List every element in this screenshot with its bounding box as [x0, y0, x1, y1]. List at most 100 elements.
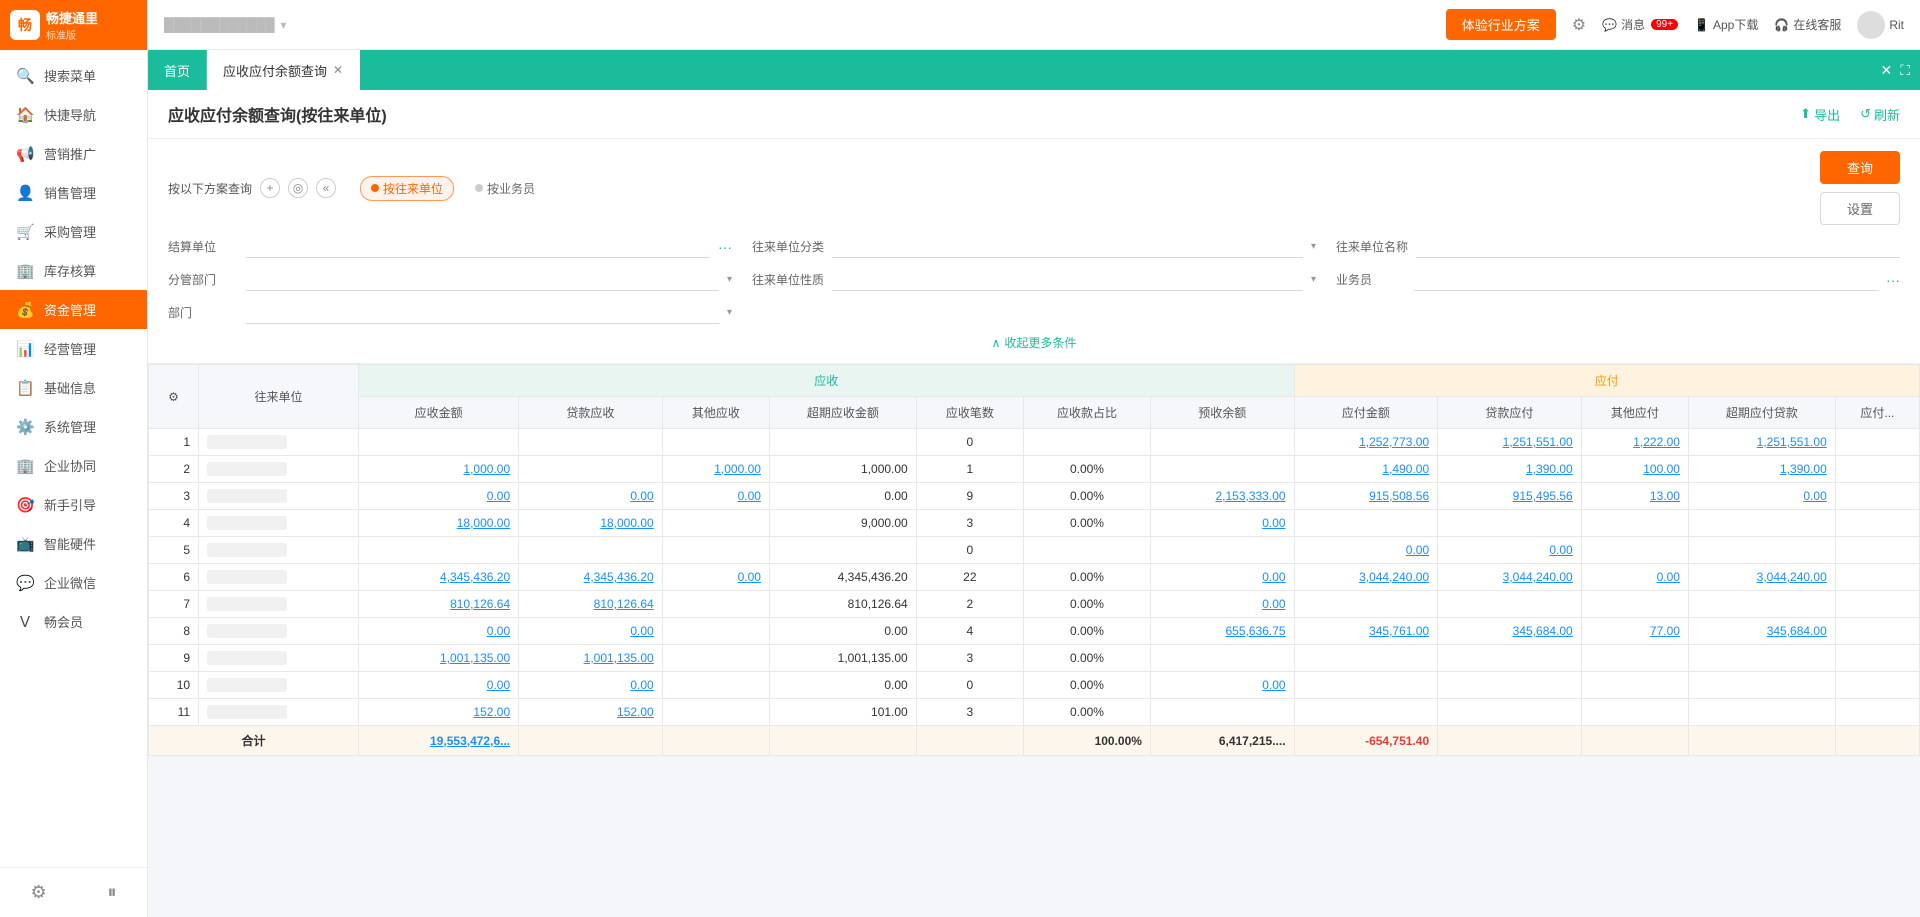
dept-select[interactable]	[246, 301, 719, 324]
ar-prepay[interactable]: 655,636.75	[1150, 618, 1294, 645]
ap-other[interactable]: 1,222.00	[1581, 429, 1688, 456]
sidebar-item-newbie[interactable]: 🎯 新手引导	[0, 485, 147, 524]
partner-nature-select[interactable]	[832, 268, 1303, 291]
settlement-unit-input[interactable]	[246, 235, 710, 258]
solution-btn[interactable]: 体验行业方案	[1446, 9, 1556, 40]
partner-category-select[interactable]	[832, 235, 1303, 258]
footer-ar-amount[interactable]: 19,553,472,6...	[359, 726, 519, 756]
ar-loan[interactable]: 810,126.64	[519, 591, 663, 618]
ar-loan[interactable]: 0.00	[519, 483, 663, 510]
view-by-partner[interactable]: 按往来单位	[360, 176, 454, 201]
ar-loan[interactable]: 0.00	[519, 618, 663, 645]
ar-amount[interactable]: 18,000.00	[359, 510, 519, 537]
ap-amount[interactable]: 345,761.00	[1294, 618, 1438, 645]
sidebar-item-basic[interactable]: 📋 基础信息	[0, 368, 147, 407]
ap-amount[interactable]: 3,044,240.00	[1294, 564, 1438, 591]
ap-loan[interactable]: 3,044,240.00	[1438, 564, 1582, 591]
ar-other[interactable]: 0.00	[662, 564, 769, 591]
sidebar-item-system[interactable]: ⚙️ 系统管理	[0, 407, 147, 446]
ap-loan[interactable]: 915,495.56	[1438, 483, 1582, 510]
salesperson-input[interactable]	[1414, 268, 1878, 291]
setting-btn[interactable]: 设置	[1820, 192, 1900, 225]
ap-amount[interactable]: 1,252,773.00	[1294, 429, 1438, 456]
collapse-sidebar-btn[interactable]: ⏸	[104, 878, 121, 907]
ap-overdue[interactable]: 1,251,551.00	[1688, 429, 1835, 456]
tab-home[interactable]: 首页	[148, 50, 207, 90]
tab-fullscreen-icon[interactable]: ⛶	[1900, 62, 1910, 79]
service-btn[interactable]: 🎧 在线客服	[1774, 16, 1841, 33]
ar-loan[interactable]: 1,001,135.00	[519, 645, 663, 672]
ar-loan[interactable]: 0.00	[519, 672, 663, 699]
tab-arbalance[interactable]: 应收应付余额查询 ✕	[207, 50, 360, 90]
ap-other[interactable]: 0.00	[1581, 564, 1688, 591]
user-menu[interactable]: Rit	[1857, 11, 1904, 39]
ap-amount[interactable]: 0.00	[1294, 537, 1438, 564]
sidebar-item-sales[interactable]: 👤 销售管理	[0, 173, 147, 212]
ar-prepay[interactable]: 0.00	[1150, 591, 1294, 618]
sidebar-item-hardware[interactable]: 📺 智能硬件	[0, 524, 147, 563]
ar-prepay[interactable]: 2,153,333.00	[1150, 483, 1294, 510]
ar-amount[interactable]: 0.00	[359, 618, 519, 645]
ap-amount[interactable]: 915,508.56	[1294, 483, 1438, 510]
ap-overdue[interactable]: 345,684.00	[1688, 618, 1835, 645]
ap-overdue[interactable]: 0.00	[1688, 483, 1835, 510]
gear-settings-cell[interactable]: ⚙	[149, 365, 199, 429]
sidebar-item-quicknav[interactable]: 🏠 快捷导航	[0, 95, 147, 134]
partner-name-input[interactable]	[1416, 235, 1900, 258]
ar-prepay[interactable]: 0.00	[1150, 672, 1294, 699]
sidebar-item-finance[interactable]: 💰 资金管理	[0, 290, 147, 329]
salesperson-dots-icon[interactable]: ···	[1886, 272, 1900, 288]
tab-close-icon[interactable]: ✕	[333, 63, 343, 77]
app-download-btn[interactable]: 📱 App下载	[1694, 16, 1758, 33]
ar-loan[interactable]: 152.00	[519, 699, 663, 726]
ap-amount[interactable]: 1,490.00	[1294, 456, 1438, 483]
ar-amount	[359, 429, 519, 456]
sidebar-item-search[interactable]: 🔍 搜索菜单	[0, 56, 147, 95]
ap-overdue[interactable]: 1,390.00	[1688, 456, 1835, 483]
ap-loan[interactable]: 1,390.00	[1438, 456, 1582, 483]
ar-amount[interactable]: 0.00	[359, 483, 519, 510]
sidebar-item-marketing[interactable]: 📢 营销推广	[0, 134, 147, 173]
export-btn[interactable]: ⬆ 导出	[1800, 105, 1840, 124]
filter-settings-btn[interactable]: ◎	[288, 178, 308, 198]
sidebar-item-inventory[interactable]: 🏢 库存核算	[0, 251, 147, 290]
ar-amount[interactable]: 0.00	[359, 672, 519, 699]
collapse-more-btn[interactable]: ∧ 收起更多条件	[168, 334, 1900, 351]
sidebar-item-collab[interactable]: 🏢 企业协同	[0, 446, 147, 485]
ap-overdue[interactable]: 3,044,240.00	[1688, 564, 1835, 591]
refresh-btn[interactable]: ↺ 刷新	[1860, 105, 1900, 124]
ar-prepay[interactable]: 0.00	[1150, 510, 1294, 537]
ar-prepay[interactable]: 0.00	[1150, 564, 1294, 591]
sidebar-item-operations[interactable]: 📊 经营管理	[0, 329, 147, 368]
ar-prepay	[1150, 537, 1294, 564]
ar-amount[interactable]: 152.00	[359, 699, 519, 726]
main-content: ████████████ ▾ 体验行业方案 ⚙ 💬 消息 99+ 📱 App下载…	[148, 0, 1920, 917]
ap-other[interactable]: 77.00	[1581, 618, 1688, 645]
ar-other[interactable]: 1,000.00	[662, 456, 769, 483]
view-by-salesperson[interactable]: 按业务员	[464, 176, 546, 201]
settings-bottom-btn[interactable]: ⚙	[26, 878, 50, 907]
ar-loan[interactable]: 18,000.00	[519, 510, 663, 537]
dept-manage-select[interactable]	[246, 268, 719, 291]
sidebar-item-wechat[interactable]: 💬 企业微信	[0, 563, 147, 602]
filter-collapse-btn[interactable]: «	[316, 178, 336, 198]
ar-amount[interactable]: 1,000.00	[359, 456, 519, 483]
ap-loan[interactable]: 345,684.00	[1438, 618, 1582, 645]
sidebar-item-purchase[interactable]: 🛒 采购管理	[0, 212, 147, 251]
sidebar-item-member[interactable]: Ⅴ 畅会员	[0, 602, 147, 641]
message-btn[interactable]: 💬 消息 99+	[1602, 16, 1678, 33]
ap-loan[interactable]: 1,251,551.00	[1438, 429, 1582, 456]
ar-other[interactable]: 0.00	[662, 483, 769, 510]
settlement-dots-icon[interactable]: ···	[718, 239, 732, 255]
tab-close-window-icon[interactable]: ✕	[1880, 62, 1892, 79]
ar-amount[interactable]: 4,345,436.20	[359, 564, 519, 591]
query-btn[interactable]: 查询	[1820, 151, 1900, 184]
filter-add-btn[interactable]: +	[260, 178, 280, 198]
gear-icon[interactable]: ⚙	[1572, 15, 1586, 35]
ar-loan[interactable]: 4,345,436.20	[519, 564, 663, 591]
ar-amount[interactable]: 810,126.64	[359, 591, 519, 618]
ap-other[interactable]: 13.00	[1581, 483, 1688, 510]
ap-other[interactable]: 100.00	[1581, 456, 1688, 483]
ap-loan[interactable]: 0.00	[1438, 537, 1582, 564]
ar-amount[interactable]: 1,001,135.00	[359, 645, 519, 672]
